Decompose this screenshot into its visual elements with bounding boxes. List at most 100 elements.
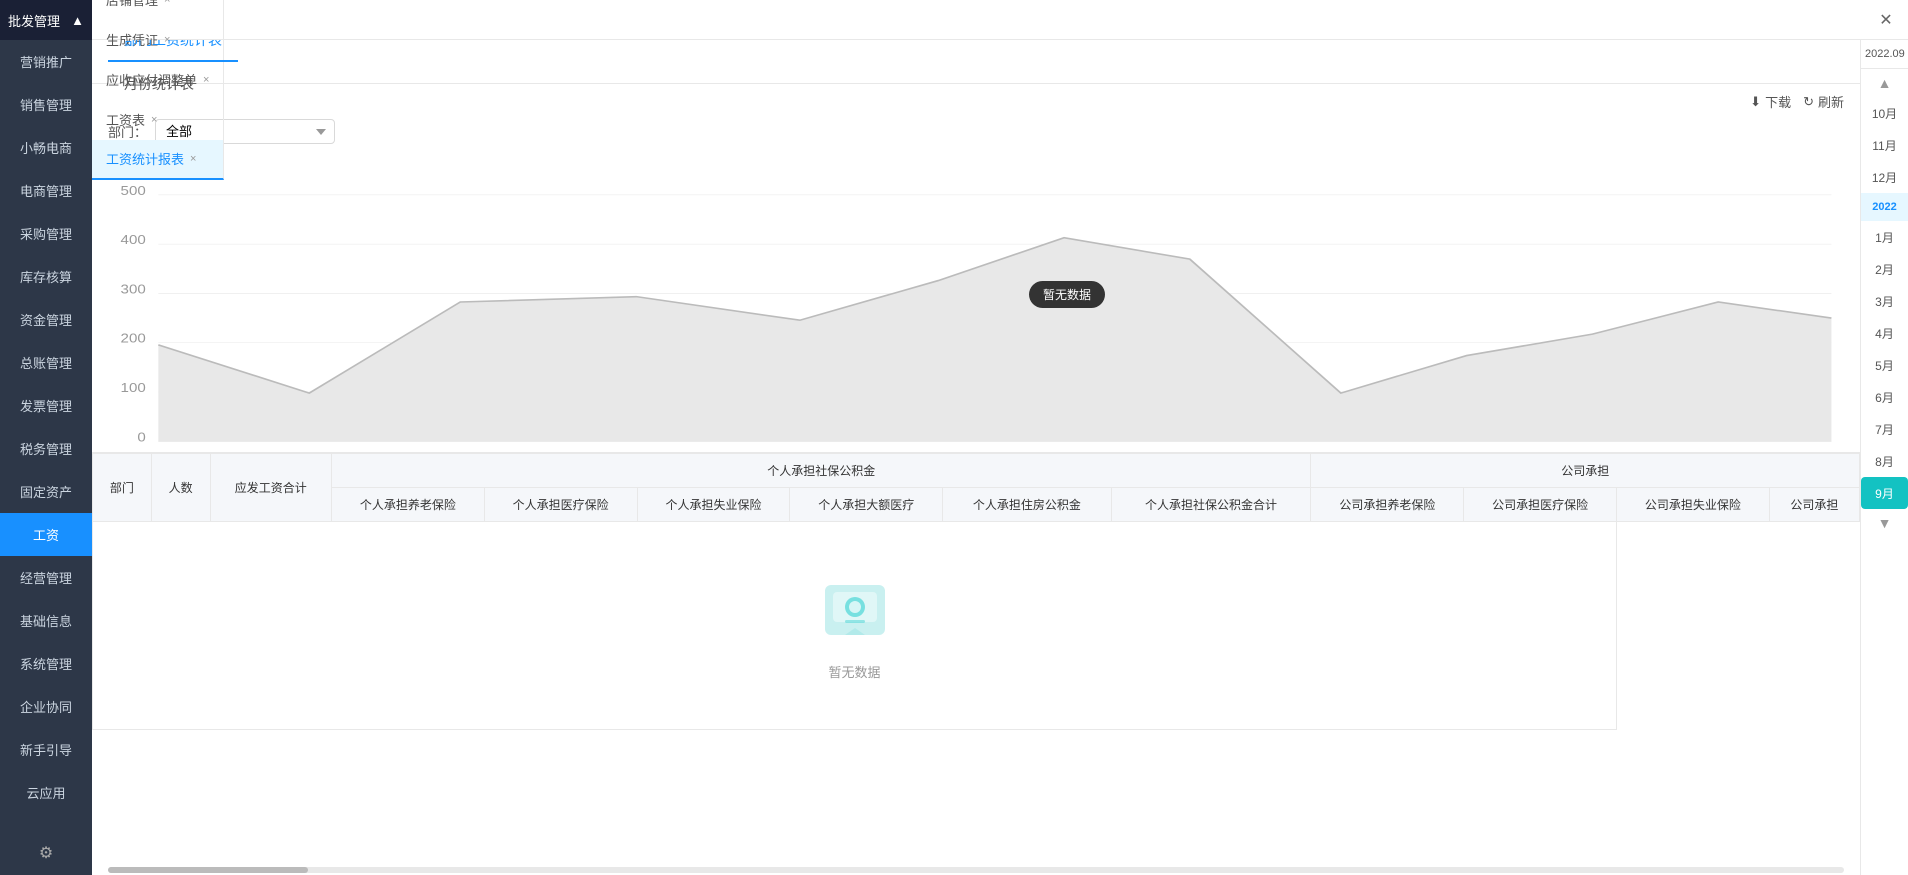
- data-table: 部门 人数 应发工资合计 个人承担社保公积金 公司承担 个人承担养老保险 个人承…: [92, 453, 1860, 730]
- calendar-month-6月[interactable]: 6月: [1875, 381, 1894, 413]
- calendar-year-label[interactable]: 2022: [1861, 193, 1908, 221]
- months-after-year: 1月2月3月4月5月6月7月8月: [1875, 221, 1894, 477]
- calendar-month-12月[interactable]: 12月: [1872, 161, 1897, 193]
- calendar-month-3月[interactable]: 3月: [1875, 285, 1894, 317]
- sidebar-item-企业协同[interactable]: 企业协同: [0, 685, 92, 728]
- calendar-panel: 2022.09 ▲ 10月11月12月 2022 1月2月3月4月5月6月7月8…: [1860, 40, 1908, 875]
- sidebar-item-总账管理[interactable]: 总账管理: [0, 341, 92, 384]
- th-personal-medical: 个人承担医疗保险: [484, 488, 637, 522]
- close-all-tabs-button[interactable]: ✕: [1872, 6, 1900, 34]
- svg-text:200: 200: [121, 331, 146, 346]
- sidebar-item-资金管理[interactable]: 资金管理: [0, 298, 92, 341]
- no-data-cell: 暂无数据: [93, 522, 1617, 730]
- scrollbar-thumb[interactable]: [108, 867, 308, 873]
- sidebar-item-固定资产[interactable]: 固定资产: [0, 470, 92, 513]
- th-count: 人数: [151, 454, 210, 522]
- tab-店铺管理[interactable]: 店铺管理×: [92, 0, 224, 20]
- sidebar-header[interactable]: 批发管理 ▲: [0, 0, 92, 40]
- toolbar: ⬇ 下载 ↻ 刷新: [92, 84, 1860, 119]
- months-before-year: 10月11月12月: [1872, 97, 1897, 193]
- sidebar-footer[interactable]: ⚙: [0, 831, 92, 875]
- no-data-area: 暂无数据: [103, 530, 1606, 721]
- subtabs-container: 部门工资统计表月份统计表: [108, 40, 238, 106]
- tab-bar: 首页门店商品目录×销售单×店铺管理×生成凭证×应收应付调整单×工资表×工资统计报…: [92, 0, 1908, 40]
- svg-text:100: 100: [121, 380, 146, 395]
- refresh-label: 刷新: [1818, 92, 1844, 111]
- subtab-月份统计表[interactable]: 月份统计表: [108, 62, 238, 106]
- sidebar-item-小畅电商[interactable]: 小畅电商: [0, 126, 92, 169]
- tab-工资表[interactable]: 工资表×: [92, 100, 224, 140]
- sidebar-item-经营管理[interactable]: 经营管理: [0, 556, 92, 599]
- table-body: 暂无数据: [93, 522, 1860, 730]
- content-area: 部门工资统计表月份统计表 ⬇ 下载 ↻ 刷新 部门： 全部: [92, 40, 1860, 875]
- sidebar-item-库存核算[interactable]: 库存核算: [0, 255, 92, 298]
- chart-tooltip: 暂无数据: [1029, 281, 1105, 308]
- calendar-year-display: 2022.09: [1861, 40, 1908, 69]
- main-content: 首页门店商品目录×销售单×店铺管理×生成凭证×应收应付调整单×工资表×工资统计报…: [92, 0, 1908, 875]
- sidebar-item-发票管理[interactable]: 发票管理: [0, 384, 92, 427]
- th-personal-unemployment: 个人承担失业保险: [637, 488, 790, 522]
- download-button[interactable]: ⬇ 下载: [1750, 92, 1791, 111]
- download-label: 下载: [1765, 92, 1791, 111]
- svg-text:400: 400: [121, 232, 146, 247]
- calendar-month-4月[interactable]: 4月: [1875, 317, 1894, 349]
- sidebar-item-基础信息[interactable]: 基础信息: [0, 599, 92, 642]
- sidebar-item-税务管理[interactable]: 税务管理: [0, 427, 92, 470]
- no-data-text: 暂无数据: [829, 662, 881, 681]
- sidebar-item-采购管理[interactable]: 采购管理: [0, 212, 92, 255]
- calendar-month-5月[interactable]: 5月: [1875, 349, 1894, 381]
- sidebar: 批发管理 ▲ 营销推广销售管理小畅电商电商管理采购管理库存核算资金管理总账管理发…: [0, 0, 92, 875]
- settings-icon: ⚙: [39, 845, 53, 862]
- calendar-month-11月[interactable]: 11月: [1872, 129, 1897, 161]
- table-header-row-2: 个人承担养老保险 个人承担医疗保险 个人承担失业保险 个人承担大额医疗 个人承担…: [93, 488, 1860, 522]
- th-personal-total: 个人承担社保公积金合计: [1111, 488, 1311, 522]
- sidebar-item-电商管理[interactable]: 电商管理: [0, 169, 92, 212]
- calendar-month-7月[interactable]: 7月: [1875, 413, 1894, 445]
- calendar-month-2月[interactable]: 2月: [1875, 253, 1894, 285]
- svg-text:500: 500: [121, 183, 146, 198]
- sidebar-item-新手引导[interactable]: 新手引导: [0, 728, 92, 771]
- page-area: 部门工资统计表月份统计表 ⬇ 下载 ↻ 刷新 部门： 全部: [92, 40, 1908, 875]
- sidebar-item-云应用[interactable]: 云应用: [0, 771, 92, 814]
- tab-close-工资表[interactable]: ×: [151, 114, 157, 126]
- sidebar-item-工资[interactable]: 工资: [0, 513, 92, 556]
- th-personal-housing-fund: 个人承担住房公积金: [943, 488, 1111, 522]
- filter-row: 部门： 全部: [92, 119, 1860, 152]
- chart-tooltip-text: 暂无数据: [1043, 288, 1091, 302]
- svg-text:300: 300: [121, 282, 146, 297]
- th-department: 部门: [93, 454, 152, 522]
- th-company-more: 公司承担: [1769, 488, 1859, 522]
- refresh-icon: ↻: [1803, 94, 1814, 110]
- th-company-pension: 公司承担养老保险: [1311, 488, 1464, 522]
- table-row: 暂无数据: [93, 522, 1860, 730]
- th-company-medical: 公司承担医疗保险: [1464, 488, 1617, 522]
- th-total-wage: 应发工资合计: [210, 454, 331, 522]
- calendar-month-1月[interactable]: 1月: [1875, 221, 1894, 253]
- calendar-month-10月[interactable]: 10月: [1872, 97, 1897, 129]
- horizontal-scrollbar[interactable]: [108, 867, 1844, 873]
- th-personal-social: 个人承担社保公积金: [331, 454, 1310, 488]
- tab-end-buttons: ✕: [1872, 6, 1908, 34]
- calendar-month-8月[interactable]: 8月: [1875, 445, 1894, 477]
- sidebar-items: 营销推广销售管理小畅电商电商管理采购管理库存核算资金管理总账管理发票管理税务管理…: [0, 40, 92, 814]
- th-company-social: 公司承担: [1311, 454, 1860, 488]
- download-icon: ⬇: [1750, 94, 1761, 110]
- chart-area: 0 100 200 300 400 500: [92, 152, 1860, 452]
- svg-text:0: 0: [137, 429, 146, 444]
- th-personal-pension: 个人承担养老保险: [331, 488, 484, 522]
- sidebar-header-label: 批发管理: [8, 11, 60, 30]
- tab-close-店铺管理[interactable]: ×: [164, 0, 170, 6]
- th-personal-large-medical: 个人承担大额医疗: [790, 488, 943, 522]
- refresh-button[interactable]: ↻ 刷新: [1803, 92, 1844, 111]
- no-data-icon: [815, 570, 895, 650]
- calendar-nav-up[interactable]: ▲: [1861, 69, 1908, 97]
- sidebar-item-销售管理[interactable]: 销售管理: [0, 83, 92, 126]
- sidebar-item-营销推广[interactable]: 营销推广: [0, 40, 92, 83]
- chart-svg: 0 100 200 300 400 500: [108, 152, 1844, 452]
- calendar-active-month[interactable]: 9月: [1861, 477, 1908, 509]
- th-company-unemployment: 公司承担失业保险: [1617, 488, 1770, 522]
- table-area[interactable]: 部门 人数 应发工资合计 个人承担社保公积金 公司承担 个人承担养老保险 个人承…: [92, 452, 1860, 865]
- calendar-nav-down[interactable]: ▼: [1861, 509, 1908, 537]
- subtab-部门工资统计表[interactable]: 部门工资统计表: [108, 40, 238, 62]
- sidebar-item-系统管理[interactable]: 系统管理: [0, 642, 92, 685]
